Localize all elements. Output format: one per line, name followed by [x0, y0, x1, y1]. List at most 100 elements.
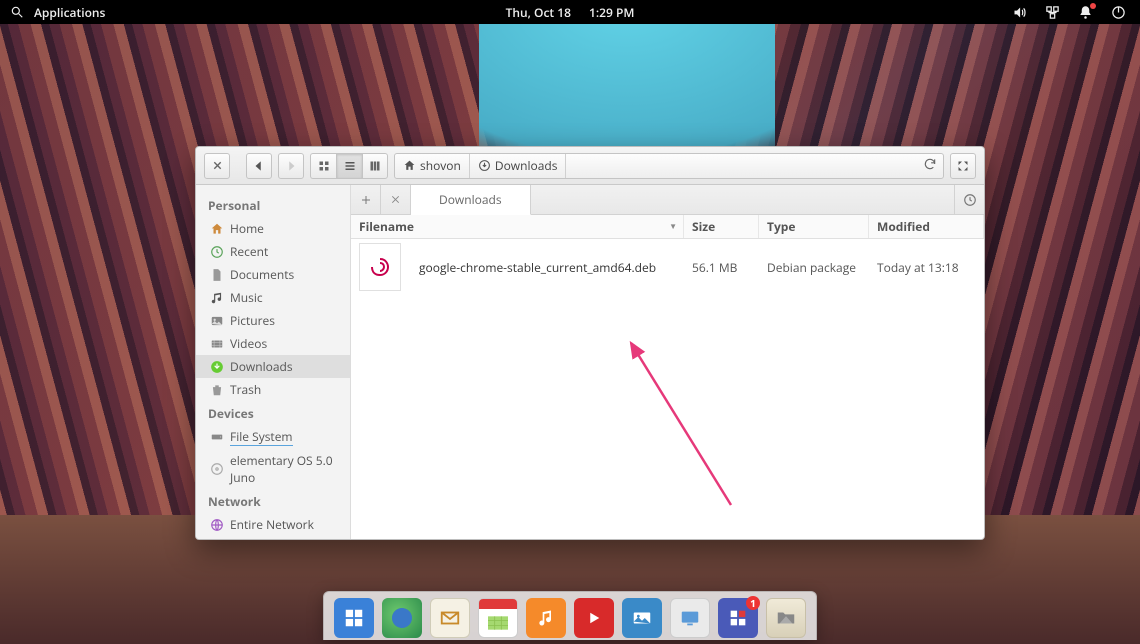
icon-view-button[interactable]	[310, 153, 336, 179]
drive-icon	[210, 430, 224, 444]
sidebar-item-label: Downloads	[230, 358, 293, 375]
tab-label: Downloads	[439, 191, 502, 208]
panel-date[interactable]: Thu, Oct 18	[506, 4, 571, 21]
sidebar-item-connect-server[interactable]: Connect Server	[196, 536, 350, 539]
view-mode-group	[310, 153, 388, 179]
dock-videos[interactable]	[574, 598, 614, 638]
sidebar-item-pictures[interactable]: Pictures	[196, 309, 350, 332]
sidebar-item-home[interactable]: Home	[196, 217, 350, 240]
path-current-label: Downloads	[495, 157, 558, 174]
panel-time[interactable]: 1:29 PM	[589, 4, 634, 21]
globe-icon	[210, 518, 224, 532]
home-icon	[210, 222, 224, 236]
path-user-label: shovon	[420, 157, 461, 174]
sidebar-item-filesystem[interactable]: File System	[196, 425, 350, 449]
sidebar-item-videos[interactable]: Videos	[196, 332, 350, 355]
column-headers: Filename▼ Size Type Modified	[351, 215, 984, 239]
file-list: google-chrome-stable_current_amd64.deb 5…	[351, 239, 984, 539]
power-icon[interactable]	[1111, 5, 1126, 20]
sidebar-item-label: Videos	[230, 335, 267, 352]
network-icon[interactable]	[1045, 5, 1060, 20]
dock-multitasking[interactable]	[334, 598, 374, 638]
file-size: 56.1 MB	[684, 259, 759, 276]
sidebar-item-documents[interactable]: Documents	[196, 263, 350, 286]
column-label: Modified	[877, 218, 930, 235]
close-button[interactable]	[204, 153, 230, 179]
sound-icon[interactable]	[1012, 5, 1027, 20]
path-current[interactable]: Downloads	[470, 154, 567, 178]
file-manager-window: shovon Downloads Personal Home Recent Do…	[195, 146, 985, 540]
dock-calendar[interactable]	[478, 598, 518, 638]
home-icon	[403, 159, 416, 172]
dock-files[interactable]	[766, 598, 806, 638]
column-filename[interactable]: Filename▼	[351, 215, 684, 238]
dock-photos[interactable]	[622, 598, 662, 638]
close-tab-button[interactable]	[381, 185, 411, 214]
column-view-button[interactable]	[362, 153, 388, 179]
sidebar-item-downloads[interactable]: Downloads	[196, 355, 350, 378]
column-label: Size	[692, 218, 715, 235]
debian-swirl-icon	[368, 255, 392, 279]
back-button[interactable]	[246, 153, 272, 179]
sidebar-header-personal: Personal	[196, 193, 350, 217]
column-label: Filename	[359, 218, 414, 235]
sidebar-item-network[interactable]: Entire Network	[196, 513, 350, 536]
dock-mail[interactable]	[430, 598, 470, 638]
trash-icon	[210, 383, 224, 397]
file-row[interactable]: google-chrome-stable_current_amd64.deb 5…	[351, 239, 984, 295]
sidebar-item-trash[interactable]: Trash	[196, 378, 350, 401]
sidebar-item-label: Home	[230, 220, 264, 237]
top-panel: Applications Thu, Oct 18 1:29 PM	[0, 0, 1140, 24]
clock-icon	[210, 245, 224, 259]
dock-music[interactable]	[526, 598, 566, 638]
music-icon	[210, 291, 224, 305]
main-content: Downloads Filename▼ Size Type Modified g…	[351, 185, 984, 539]
video-icon	[210, 337, 224, 351]
download-icon	[210, 360, 224, 374]
sidebar-item-music[interactable]: Music	[196, 286, 350, 309]
tab-downloads[interactable]: Downloads	[411, 185, 531, 215]
dock-screenshot[interactable]	[670, 598, 710, 638]
sidebar-item-label: Music	[230, 289, 263, 306]
applications-menu[interactable]: Applications	[34, 4, 105, 21]
column-label: Type	[767, 218, 795, 235]
file-icon	[351, 243, 409, 291]
sidebar: Personal Home Recent Documents Music Pic…	[196, 185, 351, 539]
path-bar[interactable]: shovon Downloads	[394, 153, 944, 179]
dock: 1	[323, 591, 817, 640]
sidebar-header-network: Network	[196, 489, 350, 513]
path-home[interactable]: shovon	[395, 154, 470, 178]
file-modified: Today at 13:18	[869, 259, 984, 276]
dock-browser[interactable]	[382, 598, 422, 638]
search-icon[interactable]	[10, 5, 24, 19]
pictures-icon	[210, 314, 224, 328]
sidebar-item-label: File System	[230, 428, 293, 446]
sidebar-header-devices: Devices	[196, 401, 350, 425]
disc-icon	[210, 462, 224, 476]
download-icon	[478, 159, 491, 172]
new-tab-button[interactable]	[351, 185, 381, 214]
sidebar-item-label: Documents	[230, 266, 294, 283]
sidebar-item-label: Recent	[230, 243, 268, 260]
file-type: Debian package	[759, 259, 869, 276]
badge: 1	[746, 596, 760, 610]
toolbar: shovon Downloads	[196, 147, 984, 185]
column-modified[interactable]: Modified	[869, 215, 984, 238]
sidebar-item-iso[interactable]: elementary OS 5.0 Juno	[196, 449, 350, 489]
column-type[interactable]: Type	[759, 215, 869, 238]
refresh-button[interactable]	[923, 157, 937, 175]
forward-button[interactable]	[278, 153, 304, 179]
maximize-button[interactable]	[950, 153, 976, 179]
notifications-icon[interactable]	[1078, 5, 1093, 20]
sidebar-item-label: Trash	[230, 381, 261, 398]
sidebar-item-recent[interactable]: Recent	[196, 240, 350, 263]
list-view-button[interactable]	[336, 153, 362, 179]
column-size[interactable]: Size	[684, 215, 759, 238]
sidebar-item-label: elementary OS 5.0 Juno	[230, 452, 338, 486]
tab-bar: Downloads	[351, 185, 984, 215]
dock-appcenter[interactable]: 1	[718, 598, 758, 638]
sidebar-item-label: Pictures	[230, 312, 275, 329]
file-name: google-chrome-stable_current_amd64.deb	[409, 259, 684, 276]
document-icon	[210, 268, 224, 282]
history-button[interactable]	[954, 185, 984, 214]
